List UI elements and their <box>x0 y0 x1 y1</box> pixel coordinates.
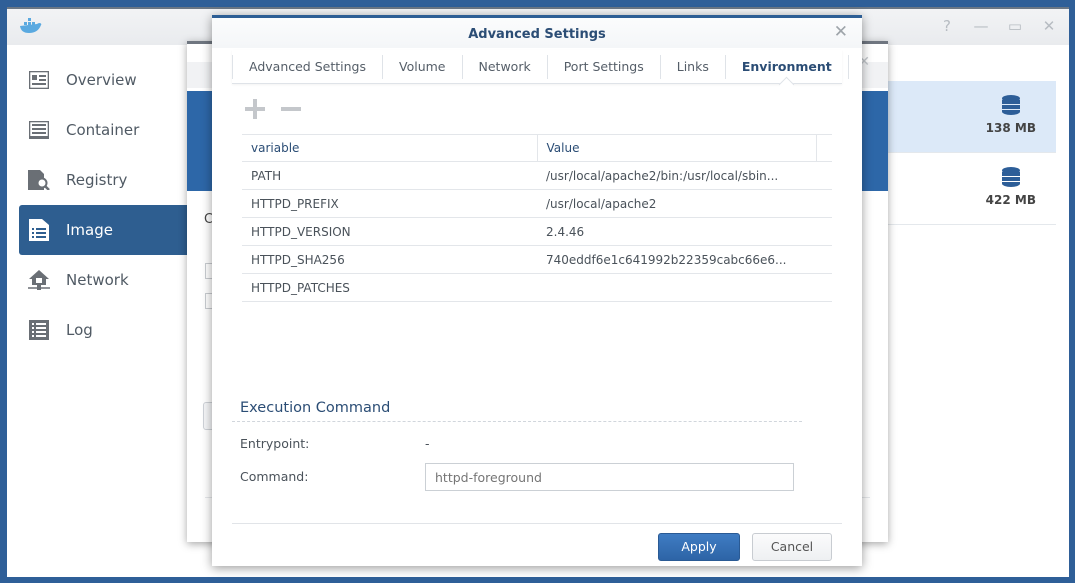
table-row[interactable]: HTTPD_PATCHES <box>242 273 832 302</box>
env-variable: HTTPD_PATCHES <box>242 273 537 302</box>
dialog-title: Advanced Settings <box>468 27 606 42</box>
entrypoint-value: - <box>425 436 430 451</box>
close-icon[interactable]: ✕ <box>834 24 848 41</box>
tab-environment[interactable]: Environment <box>724 54 849 79</box>
help-icon[interactable]: ? <box>939 17 955 35</box>
sidebar-item-label: Image <box>66 221 113 239</box>
registry-search-icon <box>28 169 50 191</box>
env-value <box>537 273 816 302</box>
plus-icon[interactable] <box>244 98 266 120</box>
command-input[interactable] <box>425 463 794 491</box>
tab-links[interactable]: Links <box>659 54 725 79</box>
tab-bar: Advanced Settings Volume Network Port Se… <box>232 50 849 84</box>
sidebar-item-label: Container <box>66 121 140 139</box>
overview-card-icon <box>28 69 50 91</box>
image-size: 422 MB <box>985 193 1036 207</box>
minimize-icon[interactable]: — <box>973 17 989 35</box>
tab-volume[interactable]: Volume <box>382 54 462 79</box>
tab-port-settings[interactable]: Port Settings <box>546 54 660 79</box>
advanced-settings-dialog: Advanced Settings ✕ Advanced Settings Vo… <box>212 15 862 566</box>
sidebar-item-label: Registry <box>66 171 128 189</box>
column-header-value[interactable]: Value <box>536 134 817 162</box>
env-variable: PATH <box>242 161 537 190</box>
section-divider <box>232 421 802 422</box>
tab-advanced-settings[interactable]: Advanced Settings <box>232 54 382 79</box>
log-list-icon <box>28 319 50 341</box>
env-variable: HTTPD_SHA256 <box>242 245 537 274</box>
env-value: 2.4.46 <box>537 217 816 246</box>
command-label: Command: <box>240 469 309 484</box>
minus-icon[interactable] <box>280 98 302 120</box>
dialog-header: Advanced Settings ✕ <box>212 18 862 48</box>
database-icon <box>1002 95 1020 115</box>
execution-command-heading: Execution Command <box>240 400 391 416</box>
cancel-button[interactable]: Cancel <box>752 533 832 561</box>
table-row[interactable]: HTTPD_VERSION 2.4.46 <box>242 217 832 246</box>
image-document-icon <box>28 219 50 241</box>
container-list-icon <box>28 119 50 141</box>
close-icon[interactable]: ✕ <box>1041 17 1057 35</box>
maximize-icon[interactable]: ▭ <box>1007 17 1023 35</box>
entrypoint-label: Entrypoint: <box>240 436 310 451</box>
tab-network[interactable]: Network <box>461 54 547 79</box>
env-variable: HTTPD_PREFIX <box>242 189 537 218</box>
column-header-variable[interactable]: variable <box>242 134 537 162</box>
docker-whale-icon <box>20 18 42 33</box>
env-value: /usr/local/apache2/bin:/usr/local/sbin..… <box>537 161 816 190</box>
database-icon <box>1002 167 1020 187</box>
sidebar-item-label: Overview <box>66 71 137 89</box>
environment-table: variable Value PATH /usr/local/apache2/b… <box>242 134 832 302</box>
env-value: /usr/local/apache2 <box>537 189 816 218</box>
table-row[interactable]: PATH /usr/local/apache2/bin:/usr/local/s… <box>242 161 832 190</box>
footer-divider <box>232 523 842 524</box>
table-row[interactable]: HTTPD_PREFIX /usr/local/apache2 <box>242 189 832 218</box>
network-house-icon <box>28 269 50 291</box>
apply-button[interactable]: Apply <box>658 533 740 561</box>
env-variable: HTTPD_VERSION <box>242 217 537 246</box>
table-row[interactable]: HTTPD_SHA256 740eddf6e1c641992b22359cabc… <box>242 245 832 274</box>
window-controls: ? — ▭ ✕ <box>939 17 1057 35</box>
sidebar-item-label: Network <box>66 271 129 289</box>
sidebar-item-label: Log <box>66 321 93 339</box>
image-size: 138 MB <box>985 121 1036 135</box>
env-value: 740eddf6e1c641992b22359cabc66e6... <box>537 245 816 274</box>
table-header-row: variable Value <box>242 134 832 162</box>
column-header-spacer <box>816 134 832 162</box>
